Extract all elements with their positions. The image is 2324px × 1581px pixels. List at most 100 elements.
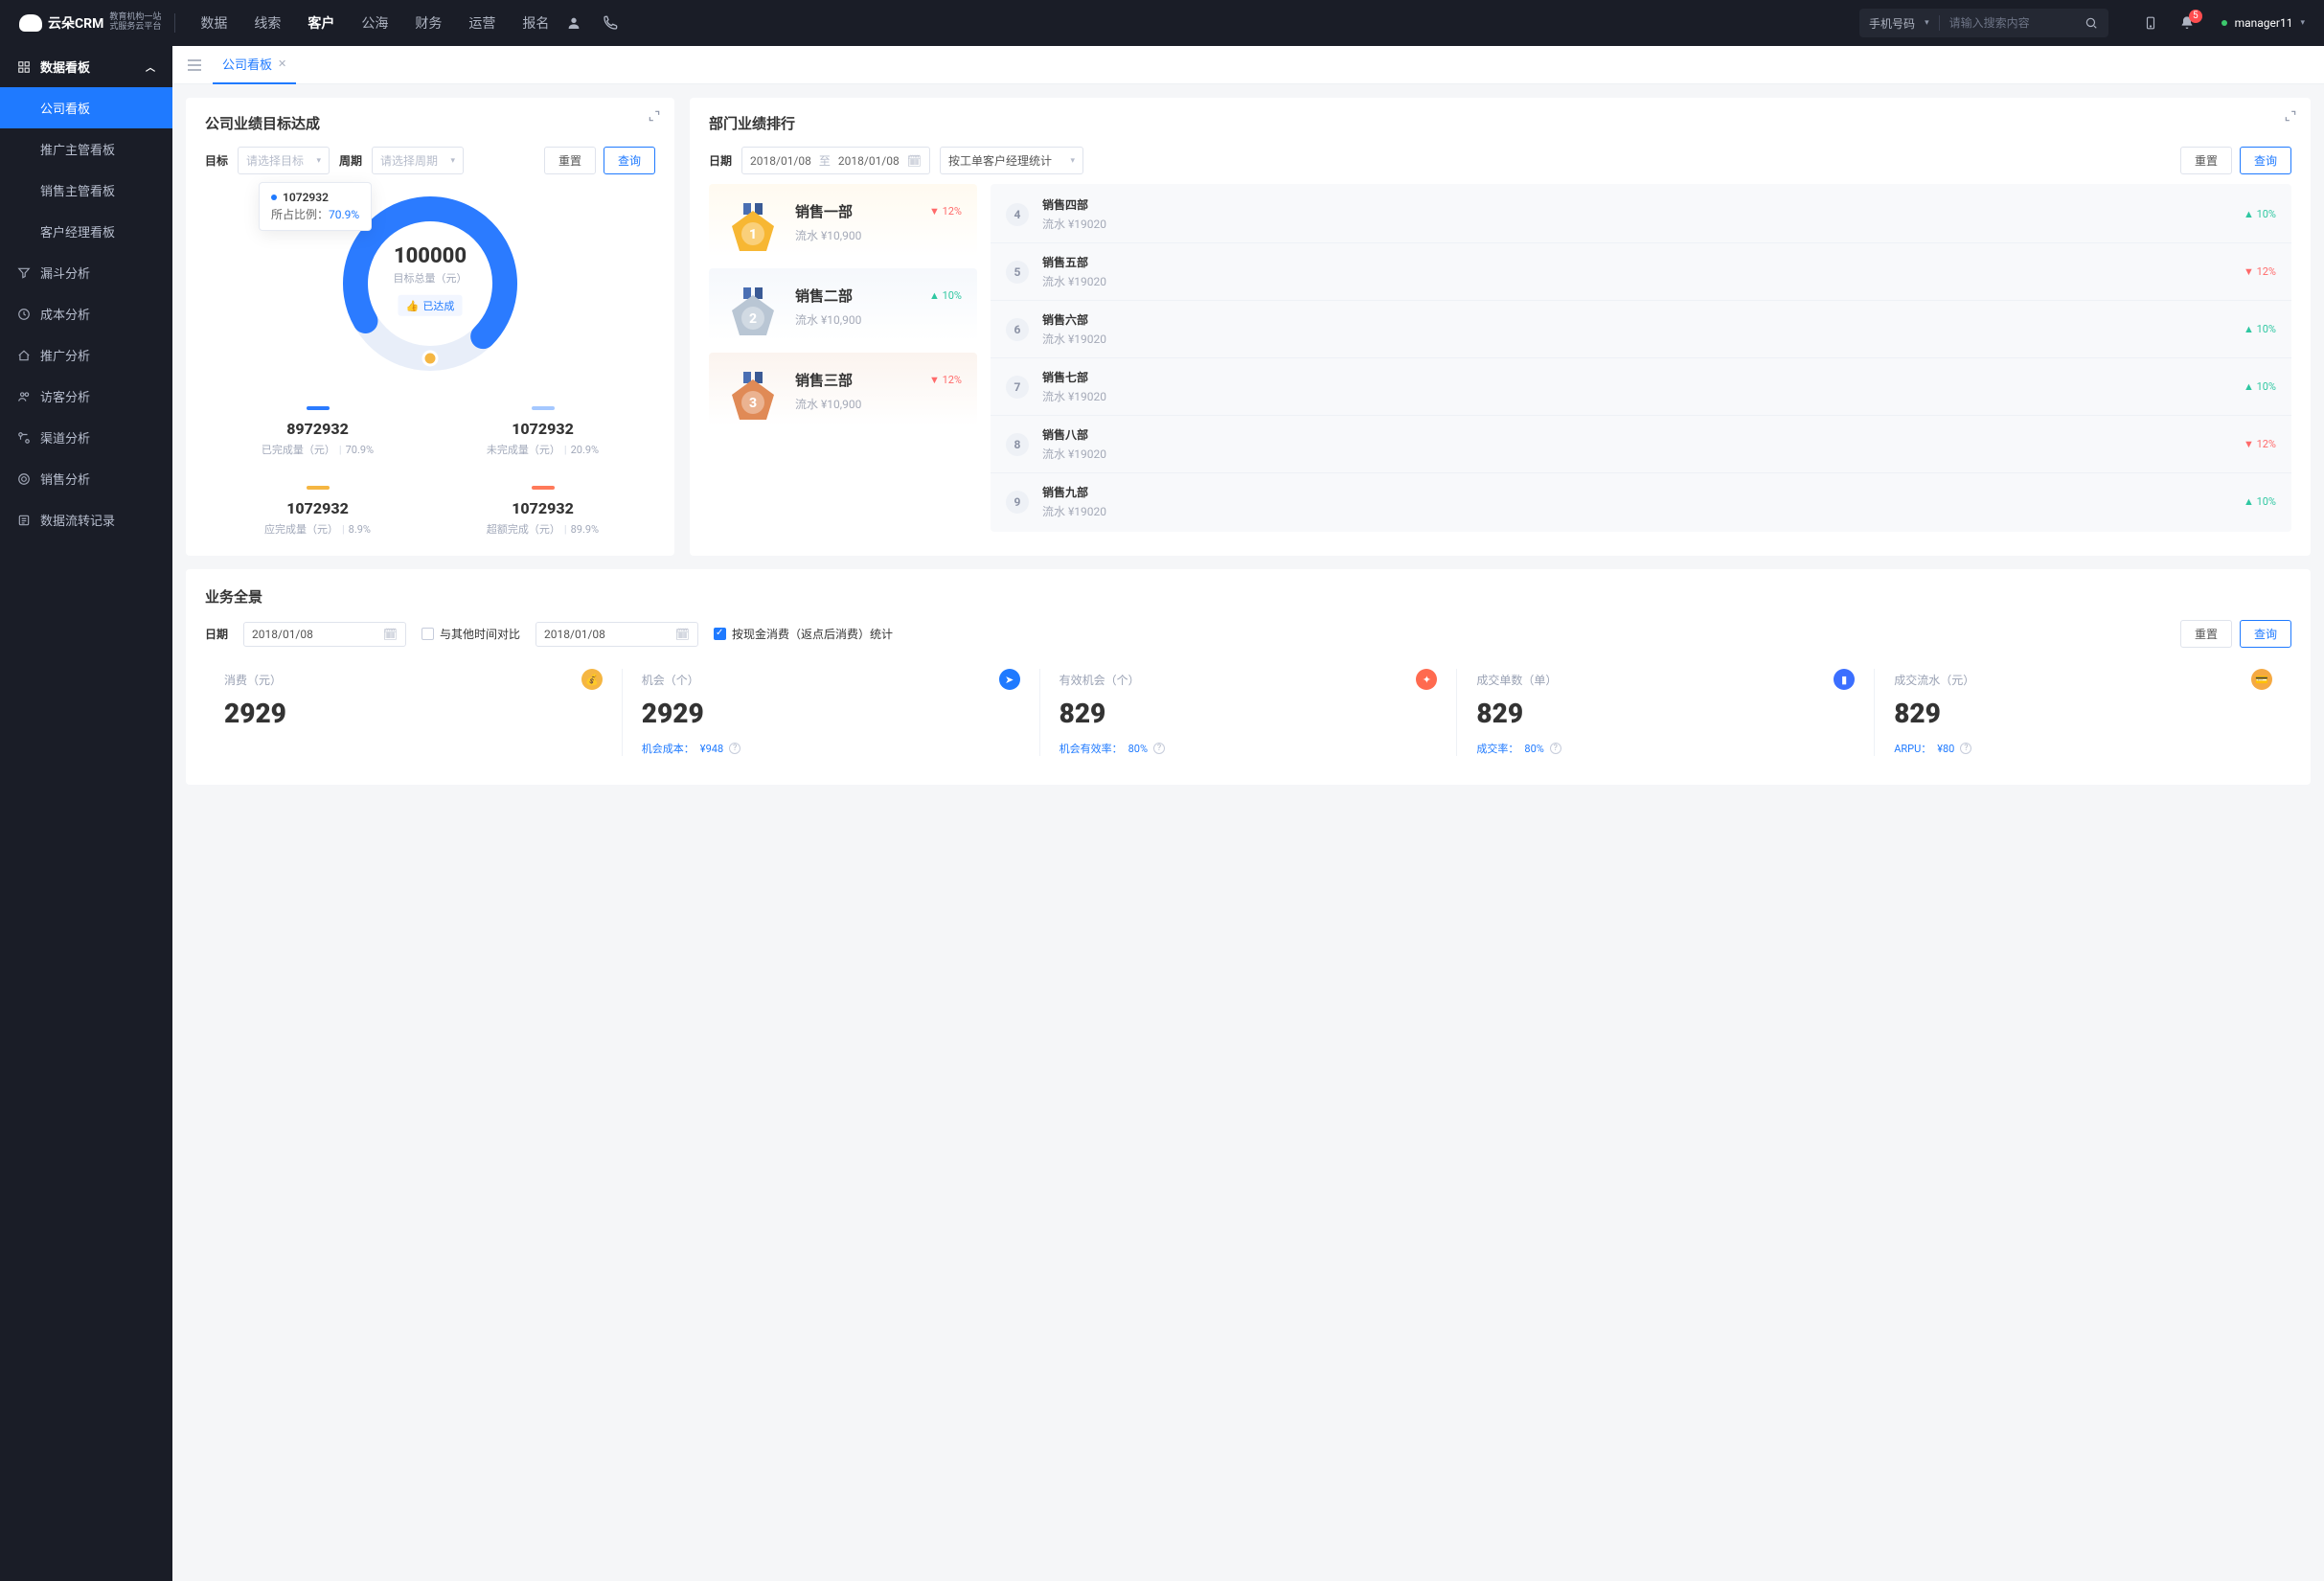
sidebar-icon <box>17 390 31 403</box>
help-icon[interactable]: ? <box>1960 743 1971 754</box>
mobile-icon[interactable] <box>2143 15 2158 31</box>
target-title: 公司业绩目标达成 <box>205 113 655 133</box>
search-type-select[interactable]: 手机号码 <box>1869 15 1915 32</box>
sidebar-item-0[interactable]: 漏斗分析 <box>0 252 172 293</box>
kpi-0: 消费（元）💰2929 <box>205 669 623 756</box>
phone-icon[interactable] <box>603 15 618 31</box>
rank-card-2[interactable]: 2 销售二部▲ 10%流水 ¥10,900 <box>709 268 977 341</box>
sidebar-item-1[interactable]: 成本分析 <box>0 293 172 334</box>
nav-link-3[interactable]: 公海 <box>361 13 388 33</box>
sidebar-icon <box>17 308 31 321</box>
rank-row-7[interactable]: 7销售七部流水 ¥19020▲ 10% <box>991 358 2291 416</box>
reset-button[interactable]: 重置 <box>2180 620 2232 648</box>
rank-row-4[interactable]: 4销售四部流水 ¥19020▲ 10% <box>991 186 2291 243</box>
nav-link-1[interactable]: 线索 <box>254 13 281 33</box>
sidebar-item-6[interactable]: 数据流转记录 <box>0 499 172 540</box>
sidebar-item-5[interactable]: 销售分析 <box>0 458 172 499</box>
rank-row-5[interactable]: 5销售五部流水 ¥19020▼ 12% <box>991 243 2291 301</box>
sidebar-item-4[interactable]: 渠道分析 <box>0 417 172 458</box>
reset-button[interactable]: 重置 <box>544 147 596 174</box>
kpi-icon: 💳 <box>2251 669 2272 690</box>
tab-company-board[interactable]: 公司看板 ✕ <box>213 46 296 84</box>
help-icon[interactable]: ? <box>729 743 740 754</box>
sidebar-item-2[interactable]: 推广分析 <box>0 334 172 376</box>
sidebar-header-label: 数据看板 <box>40 57 90 76</box>
metric-2: 1072932应完成量（元）|8.9% <box>205 486 430 537</box>
kpi-icon: ▮ <box>1834 669 1855 690</box>
calendar-icon: 🗓 <box>383 628 398 641</box>
sidebar-child-1[interactable]: 推广主管看板 <box>0 128 172 170</box>
ov-date2-picker[interactable]: 2018/01/08 🗓 <box>535 622 698 647</box>
donut-total: 100000 <box>394 244 467 268</box>
bell-icon[interactable]: 5 <box>2179 15 2195 31</box>
search-box[interactable]: 手机号码 ▾ <box>1859 9 2108 37</box>
donut-total-label: 目标总量（元） <box>394 270 467 286</box>
expand-icon[interactable] <box>2284 109 2297 123</box>
chevron-up-icon: ︿ <box>146 59 155 74</box>
metric-1: 1072932未完成量（元）|20.9% <box>430 406 655 457</box>
ranking-date-label: 日期 <box>709 152 732 169</box>
overview-title: 业务全景 <box>205 586 2291 607</box>
sidebar-child-0[interactable]: 公司看板 <box>0 87 172 128</box>
donut-tooltip: 1072932 所占比例：70.9% <box>259 182 372 231</box>
ov-date-label: 日期 <box>205 626 228 642</box>
target-select[interactable]: 请选择目标 ▾ <box>238 147 330 174</box>
rank-row-6[interactable]: 6销售六部流水 ¥19020▲ 10% <box>991 301 2291 358</box>
ranking-title: 部门业绩排行 <box>709 113 2291 133</box>
ov-date1-picker[interactable]: 2018/01/08 🗓 <box>243 622 406 647</box>
user-menu[interactable]: manager11 ▾ <box>2221 16 2305 30</box>
compare-checkbox[interactable]: 与其他时间对比 <box>422 626 520 642</box>
period-select[interactable]: 请选择周期 ▾ <box>372 147 464 174</box>
cloud-icon <box>19 14 42 32</box>
sidebar-child-2[interactable]: 销售主管看板 <box>0 170 172 211</box>
reset-button[interactable]: 重置 <box>2180 147 2232 174</box>
metric-0: 8972932已完成量（元）|70.9% <box>205 406 430 457</box>
thumb-icon: 👍 <box>406 299 420 311</box>
query-button[interactable]: 查询 <box>604 147 655 174</box>
target-label-period: 周期 <box>339 152 362 169</box>
kpi-icon: ✦ <box>1416 669 1437 690</box>
help-icon[interactable]: ? <box>1550 743 1561 754</box>
kpi-3: 成交单数（单）▮829成交率：80%? <box>1457 669 1875 756</box>
sidebar-icon <box>17 349 31 362</box>
sidebar-item-3[interactable]: 访客分析 <box>0 376 172 417</box>
nav-link-5[interactable]: 运营 <box>468 13 495 33</box>
group-by-select[interactable]: 按工单客户经理统计 ▾ <box>940 147 1083 174</box>
nav-link-2[interactable]: 客户 <box>308 13 334 33</box>
rank-card-1[interactable]: 1 销售一部▼ 12%流水 ¥10,900 <box>709 184 977 257</box>
sidebar-child-3[interactable]: 客户经理看板 <box>0 211 172 252</box>
svg-text:2: 2 <box>749 311 757 327</box>
sidebar-icon <box>17 431 31 445</box>
statby-checkbox[interactable]: 按现金消费（返点后消费）统计 <box>714 626 893 642</box>
expand-icon[interactable] <box>648 109 661 123</box>
medal-icon: 1 <box>730 203 776 259</box>
done-badge: 👍 已达成 <box>399 295 463 316</box>
nav-link-6[interactable]: 报名 <box>522 13 549 33</box>
date-range-picker[interactable]: 2018/01/08 至 2018/01/08 🗓 <box>741 147 930 174</box>
chevron-down-icon: ▾ <box>1070 156 1075 166</box>
calendar-icon: 🗓 <box>907 154 922 168</box>
chevron-down-icon: ▾ <box>316 156 321 166</box>
tab-label: 公司看板 <box>222 55 272 73</box>
panel-business-overview: 业务全景 日期 2018/01/08 🗓 与其他时间对比 2018/01/08 … <box>186 569 2311 785</box>
collapse-sidebar-icon[interactable] <box>188 59 201 71</box>
user-icon[interactable] <box>566 15 581 31</box>
close-icon[interactable]: ✕ <box>278 57 286 70</box>
search-icon[interactable] <box>2084 15 2099 31</box>
medal-icon: 2 <box>730 287 776 343</box>
rank-row-9[interactable]: 9销售九部流水 ¥19020▲ 10% <box>991 473 2291 530</box>
metric-3: 1072932超额完成（元）|89.9% <box>430 486 655 537</box>
nav-link-4[interactable]: 财务 <box>415 13 442 33</box>
rank-row-8[interactable]: 8销售八部流水 ¥19020▼ 12% <box>991 416 2291 473</box>
user-name: manager11 <box>2235 16 2293 30</box>
panel-dept-ranking: 部门业绩排行 日期 2018/01/08 至 2018/01/08 🗓 按工单客… <box>690 98 2311 556</box>
nav-link-0[interactable]: 数据 <box>200 13 227 33</box>
medal-icon: 3 <box>730 372 776 427</box>
sidebar-group-dashboard[interactable]: 数据看板 ︿ <box>0 46 172 87</box>
query-button[interactable]: 查询 <box>2240 620 2291 648</box>
query-button[interactable]: 查询 <box>2240 147 2291 174</box>
search-input[interactable] <box>1949 16 2074 30</box>
panel-target-achievement: 公司业绩目标达成 目标 请选择目标 ▾ 周期 请选择周期 ▾ 重置 查询 <box>186 98 674 556</box>
rank-card-3[interactable]: 3 销售三部▼ 12%流水 ¥10,900 <box>709 353 977 425</box>
help-icon[interactable]: ? <box>1153 743 1165 754</box>
